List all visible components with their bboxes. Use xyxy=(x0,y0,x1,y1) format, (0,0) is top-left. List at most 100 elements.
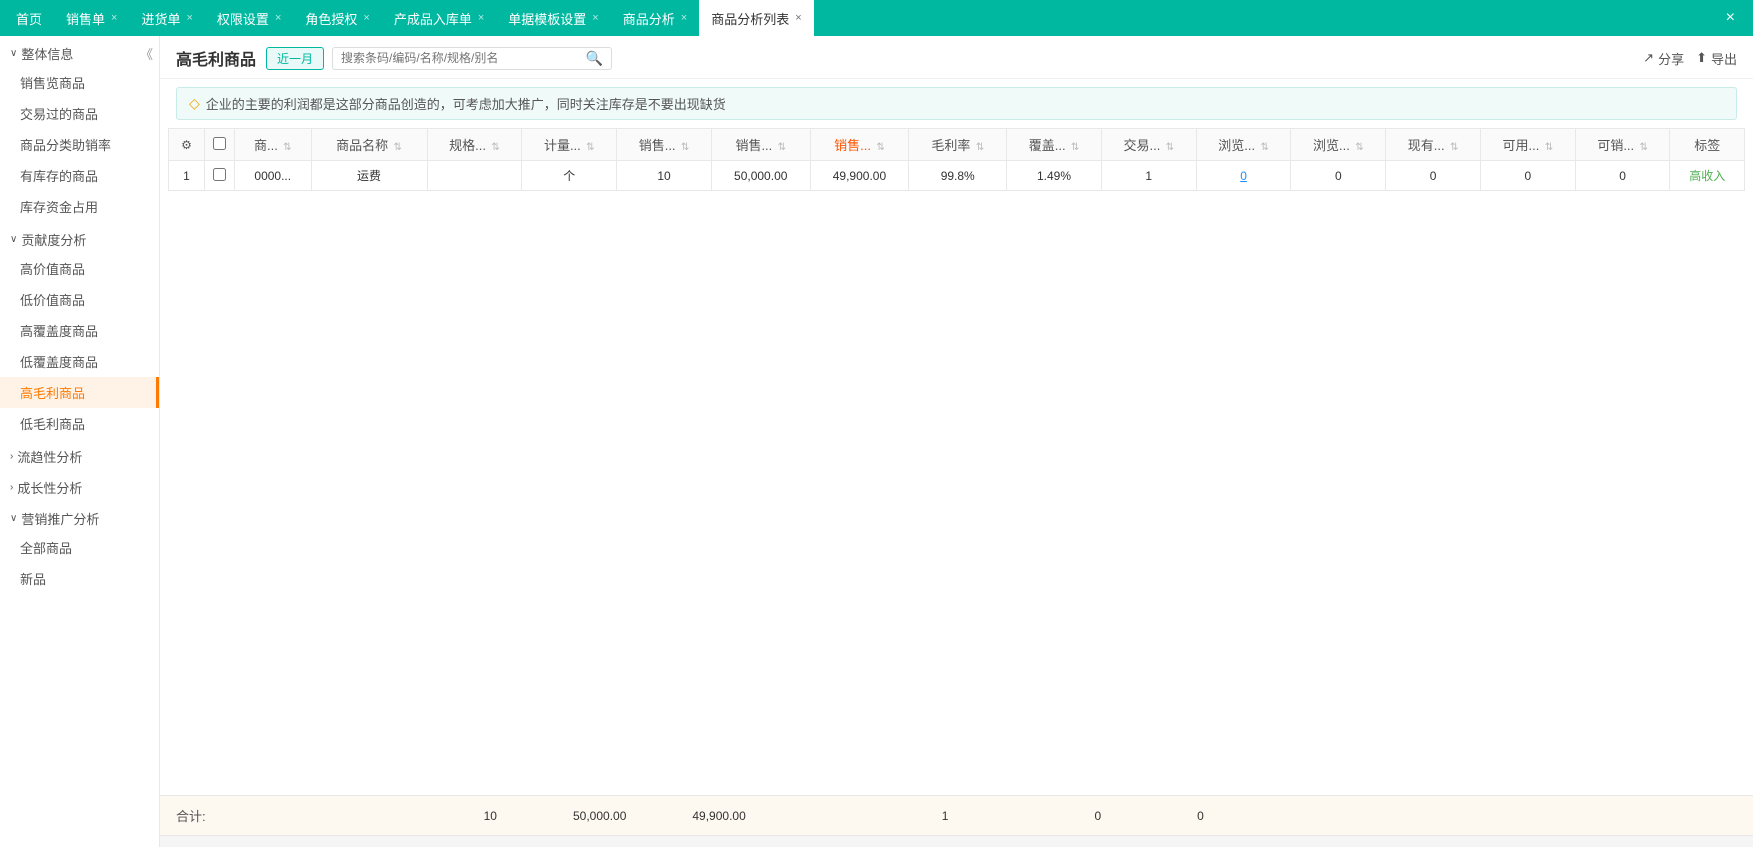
sidebar-item-high-coverage[interactable]: 高覆盖度商品 xyxy=(0,315,159,346)
sidebar-item-stock-capital[interactable]: 库存资金占用 xyxy=(0,191,159,222)
header-actions: ↗ 分享 ⬆ 导出 xyxy=(1643,49,1737,68)
footer-bar: 合计: 10 50,000.00 49,900.00 1 0 0 xyxy=(160,795,1753,835)
notice-icon: ◇ xyxy=(189,95,200,112)
product-table: ⚙ 商... ⇅ 商品名称 ⇅ 规格... xyxy=(168,128,1745,191)
footer-sales-qty: 10 xyxy=(476,809,505,823)
close-product-analysis-icon[interactable]: × xyxy=(681,12,687,24)
window-close-button[interactable]: × xyxy=(1712,0,1749,36)
sort-spec-icon: ⇅ xyxy=(491,142,499,153)
footer-current-stock: 0 xyxy=(1086,809,1109,823)
footer-total-label: 合计: xyxy=(176,806,206,825)
sidebar-item-all-products[interactable]: 全部商品 xyxy=(0,532,159,563)
sidebar-item-category-sales-rate[interactable]: 商品分类助销率 xyxy=(0,129,159,160)
arrow-down-icon3: ∨ xyxy=(10,513,17,524)
col-sku[interactable]: 商... ⇅ xyxy=(235,129,312,161)
sidebar-item-in-stock-products[interactable]: 有库存的商品 xyxy=(0,160,159,191)
sidebar-item-low-coverage[interactable]: 低覆盖度商品 xyxy=(0,346,159,377)
nav-product-analysis-list[interactable]: 商品分析列表 × xyxy=(699,0,813,36)
close-sales-order-icon[interactable]: × xyxy=(111,12,117,24)
sidebar-item-new-products[interactable]: 新品 xyxy=(0,563,159,594)
col-spec[interactable]: 规格... ⇅ xyxy=(427,129,522,161)
col-transaction[interactable]: 交易... ⇅ xyxy=(1101,129,1196,161)
footer-cells: 10 50,000.00 49,900.00 1 0 0 xyxy=(226,809,1737,823)
sort-views1-icon: ⇅ xyxy=(1260,142,1268,153)
sidebar-item-high-margin[interactable]: 高毛利商品 xyxy=(0,377,159,408)
nav-purchase-order[interactable]: 进货单 × xyxy=(129,0,204,36)
row-spec xyxy=(427,161,522,191)
row-available-stock: 0 xyxy=(1480,161,1575,191)
sidebar-group-overall[interactable]: ∨ 整体信息 xyxy=(0,36,159,67)
row-sales-qty: 10 xyxy=(617,161,712,191)
col-tag[interactable]: 标签 xyxy=(1670,129,1745,161)
search-icon[interactable]: 🔍 xyxy=(586,50,603,67)
share-button[interactable]: ↗ 分享 xyxy=(1643,49,1684,68)
col-sales-profit[interactable]: 销售... ⇅ xyxy=(810,129,909,161)
row-gross-margin: 99.8% xyxy=(909,161,1007,191)
row-sellable-stock: 0 xyxy=(1575,161,1670,191)
horizontal-scrollbar[interactable] xyxy=(160,835,1753,847)
export-icon: ⬆ xyxy=(1696,50,1707,66)
sidebar-collapse-button[interactable]: 《 xyxy=(140,44,153,63)
sidebar-item-traded-products[interactable]: 交易过的商品 xyxy=(0,98,159,129)
nav-product-analysis[interactable]: 商品分析 × xyxy=(611,0,699,36)
export-button[interactable]: ⬆ 导出 xyxy=(1696,49,1737,68)
content-area: 高毛利商品 近一月 🔍 ↗ 分享 ⬆ 导出 ◇ 企业的主要的利润都是这部分商品创… xyxy=(160,36,1753,847)
col-available-stock[interactable]: 可用... ⇅ xyxy=(1480,129,1575,161)
col-unit[interactable]: 计量... ⇅ xyxy=(522,129,617,161)
col-checkbox[interactable] xyxy=(205,129,235,161)
close-permission-settings-icon[interactable]: × xyxy=(275,12,281,24)
nav-sales-order[interactable]: 销售单 × xyxy=(54,0,129,36)
close-product-inbound-icon[interactable]: × xyxy=(478,12,484,24)
nav-product-inbound[interactable]: 产成品入库单 × xyxy=(382,0,496,36)
nav-home[interactable]: 首页 xyxy=(4,0,54,36)
col-gross-margin[interactable]: 毛利率 ⇅ xyxy=(909,129,1007,161)
col-coverage[interactable]: 覆盖... ⇅ xyxy=(1007,129,1102,161)
sort-gross-margin-icon: ⇅ xyxy=(976,142,984,153)
main-area: 《 ∨ 整体信息 销售览商品 交易过的商品 商品分类助销率 有库存的商品 库存资… xyxy=(0,36,1753,847)
footer-sales-profit: 49,900.00 xyxy=(684,809,753,823)
col-views2[interactable]: 浏览... ⇅ xyxy=(1291,129,1386,161)
sort-sellable-stock-icon: ⇅ xyxy=(1640,142,1648,153)
col-name[interactable]: 商品名称 ⇅ xyxy=(311,129,427,161)
col-sales-qty[interactable]: 销售... ⇅ xyxy=(617,129,712,161)
sidebar-item-low-margin[interactable]: 低毛利商品 xyxy=(0,408,159,439)
row-checkbox[interactable] xyxy=(205,161,235,191)
sort-sku-icon: ⇅ xyxy=(283,142,291,153)
row-name: 运费 xyxy=(311,161,427,191)
sidebar-item-low-value[interactable]: 低价值商品 xyxy=(0,284,159,315)
sidebar-group-contribution[interactable]: ∨ 贡献度分析 xyxy=(0,222,159,253)
sidebar-group-trend[interactable]: › 流趋性分析 xyxy=(0,439,159,470)
filter-recent-month-button[interactable]: 近一月 xyxy=(266,47,324,70)
sidebar-group-marketing[interactable]: ∨ 营销推广分析 xyxy=(0,501,159,532)
sort-coverage-icon: ⇅ xyxy=(1071,142,1079,153)
close-template-settings-icon[interactable]: × xyxy=(592,12,598,24)
nav-permission-settings[interactable]: 权限设置 × xyxy=(205,0,293,36)
sidebar-item-high-value[interactable]: 高价值商品 xyxy=(0,253,159,284)
col-sales-amount[interactable]: 销售... ⇅ xyxy=(711,129,810,161)
sidebar-item-sales-overview[interactable]: 销售览商品 xyxy=(0,67,159,98)
row-unit: 个 xyxy=(522,161,617,191)
select-all-checkbox[interactable] xyxy=(213,137,226,150)
row-sku: 0000... xyxy=(235,161,312,191)
notice-bar: ◇ 企业的主要的利润都是这部分商品创造的，可考虑加大推广，同时关注库存是不要出现… xyxy=(176,87,1737,120)
col-views1[interactable]: 浏览... ⇅ xyxy=(1196,129,1291,161)
search-input[interactable] xyxy=(341,51,586,65)
col-sellable-stock[interactable]: 可销... ⇅ xyxy=(1575,129,1670,161)
sort-unit-icon: ⇅ xyxy=(586,142,594,153)
row-select-checkbox[interactable] xyxy=(213,168,226,181)
table-row: 1 0000... 运费 个 10 50,000.00 49,900.00 99… xyxy=(169,161,1745,191)
col-settings[interactable]: ⚙ xyxy=(169,129,205,161)
arrow-right-icon: › xyxy=(10,451,13,462)
close-purchase-order-icon[interactable]: × xyxy=(186,12,192,24)
sidebar-group-growth[interactable]: › 成长性分析 xyxy=(0,470,159,501)
close-product-analysis-list-icon[interactable]: × xyxy=(795,12,801,24)
row-views1[interactable]: 0 xyxy=(1196,161,1291,191)
row-coverage: 1.49% xyxy=(1007,161,1102,191)
nav-role-auth[interactable]: 角色授权 × xyxy=(293,0,381,36)
nav-template-settings[interactable]: 单据模板设置 × xyxy=(496,0,610,36)
col-current-stock[interactable]: 现有... ⇅ xyxy=(1386,129,1481,161)
top-nav: 首页 销售单 × 进货单 × 权限设置 × 角色授权 × 产成品入库单 × 单据… xyxy=(0,0,1753,36)
close-role-auth-icon[interactable]: × xyxy=(363,12,369,24)
page-title: 高毛利商品 xyxy=(176,46,256,70)
row-transaction: 1 xyxy=(1101,161,1196,191)
